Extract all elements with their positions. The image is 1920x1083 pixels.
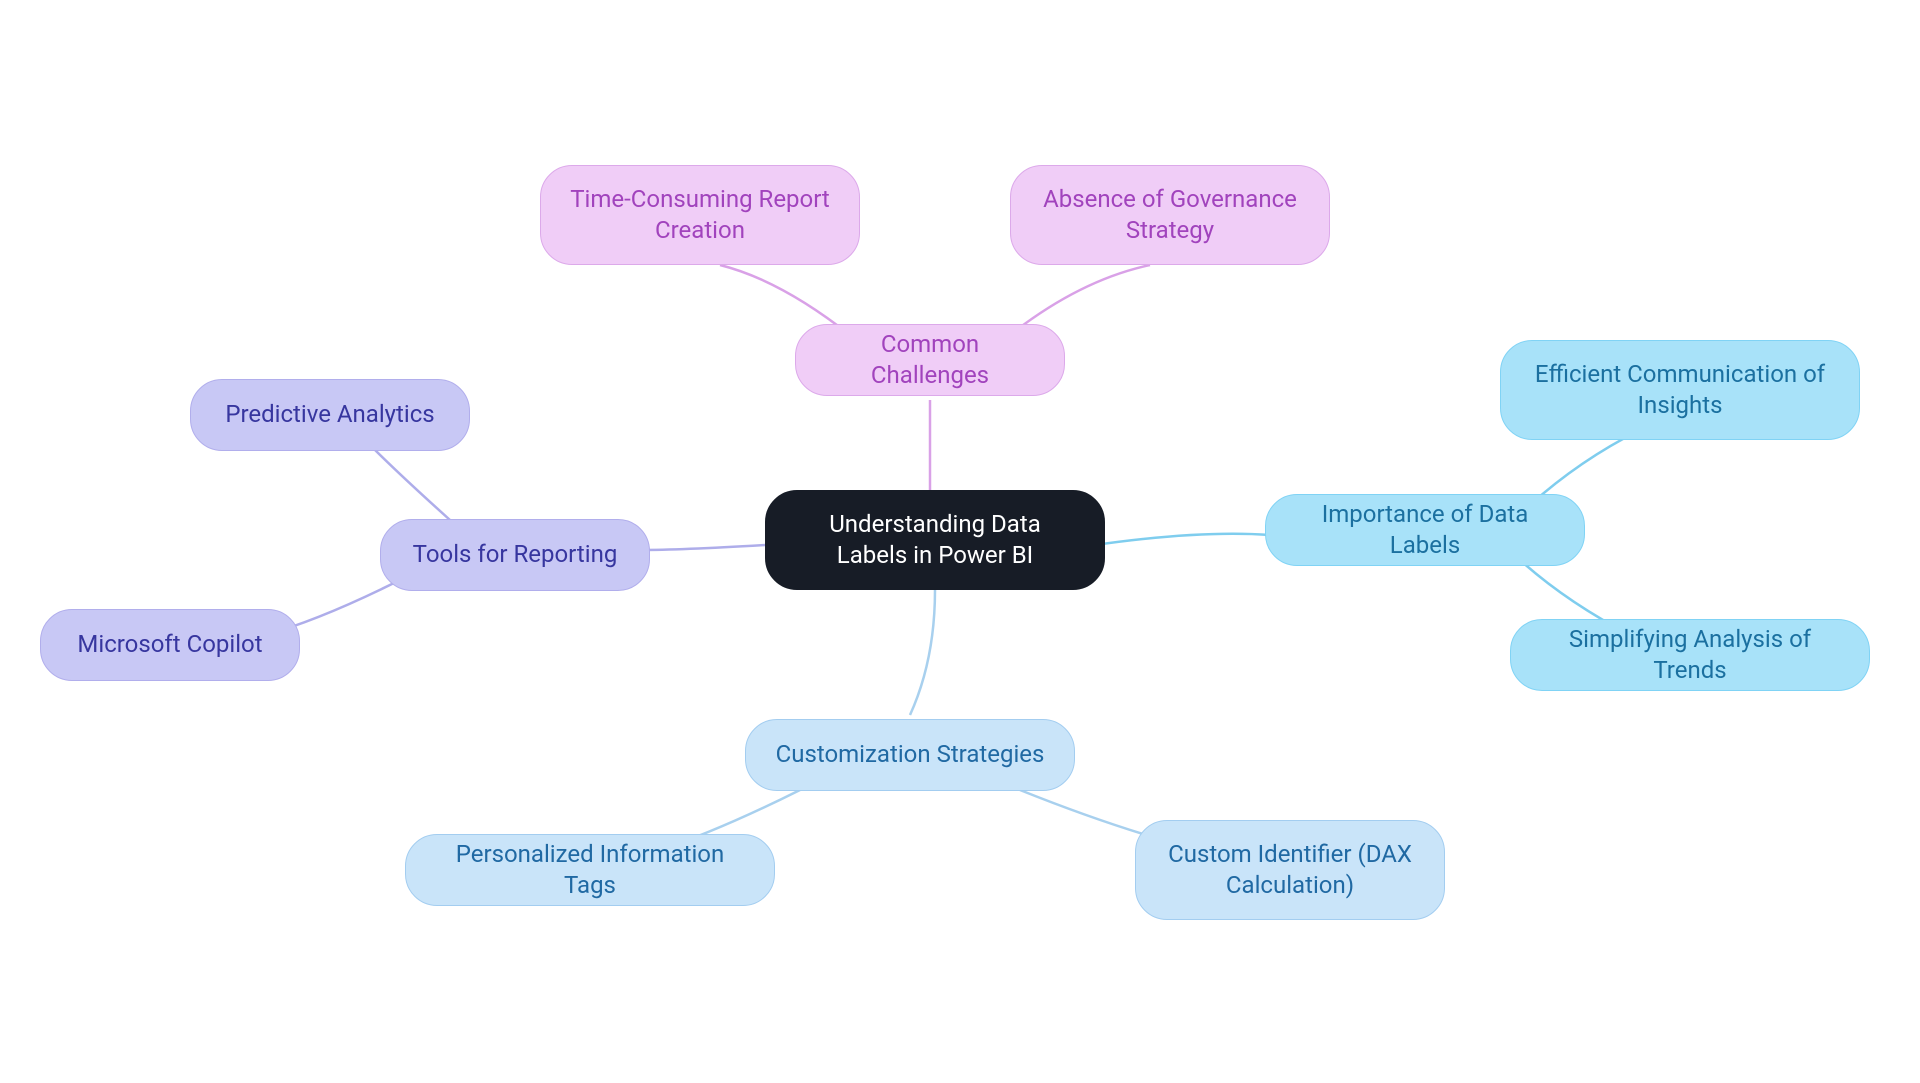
node-governance-label: Absence of Governance Strategy xyxy=(1039,184,1301,246)
node-personalized-tags[interactable]: Personalized Information Tags xyxy=(405,834,775,906)
branch-customization-label: Customization Strategies xyxy=(776,739,1045,770)
node-copilot-label: Microsoft Copilot xyxy=(77,629,262,660)
node-simplifying[interactable]: Simplifying Analysis of Trends xyxy=(1510,619,1870,691)
center-label: Understanding Data Labels in Power BI xyxy=(794,509,1076,571)
node-time-consuming[interactable]: Time-Consuming Report Creation xyxy=(540,165,860,265)
node-time-consuming-label: Time-Consuming Report Creation xyxy=(569,184,831,246)
branch-importance[interactable]: Importance of Data Labels xyxy=(1265,494,1585,566)
node-copilot[interactable]: Microsoft Copilot xyxy=(40,609,300,681)
node-dax[interactable]: Custom Identifier (DAX Calculation) xyxy=(1135,820,1445,920)
center-node[interactable]: Understanding Data Labels in Power BI xyxy=(765,490,1105,590)
branch-customization[interactable]: Customization Strategies xyxy=(745,719,1075,791)
branch-tools-label: Tools for Reporting xyxy=(413,539,618,570)
branch-tools[interactable]: Tools for Reporting xyxy=(380,519,650,591)
branch-challenges[interactable]: Common Challenges xyxy=(795,324,1065,396)
node-simplifying-label: Simplifying Analysis of Trends xyxy=(1539,624,1841,686)
node-personalized-tags-label: Personalized Information Tags xyxy=(434,839,746,901)
node-efficient-comm[interactable]: Efficient Communication of Insights xyxy=(1500,340,1860,440)
branch-challenges-label: Common Challenges xyxy=(824,329,1036,391)
node-predictive-label: Predictive Analytics xyxy=(225,399,434,430)
branch-importance-label: Importance of Data Labels xyxy=(1294,499,1556,561)
node-governance[interactable]: Absence of Governance Strategy xyxy=(1010,165,1330,265)
node-efficient-comm-label: Efficient Communication of Insights xyxy=(1529,359,1831,421)
node-predictive[interactable]: Predictive Analytics xyxy=(190,379,470,451)
mindmap-canvas: Understanding Data Labels in Power BI Co… xyxy=(0,0,1920,1083)
node-dax-label: Custom Identifier (DAX Calculation) xyxy=(1164,839,1416,901)
